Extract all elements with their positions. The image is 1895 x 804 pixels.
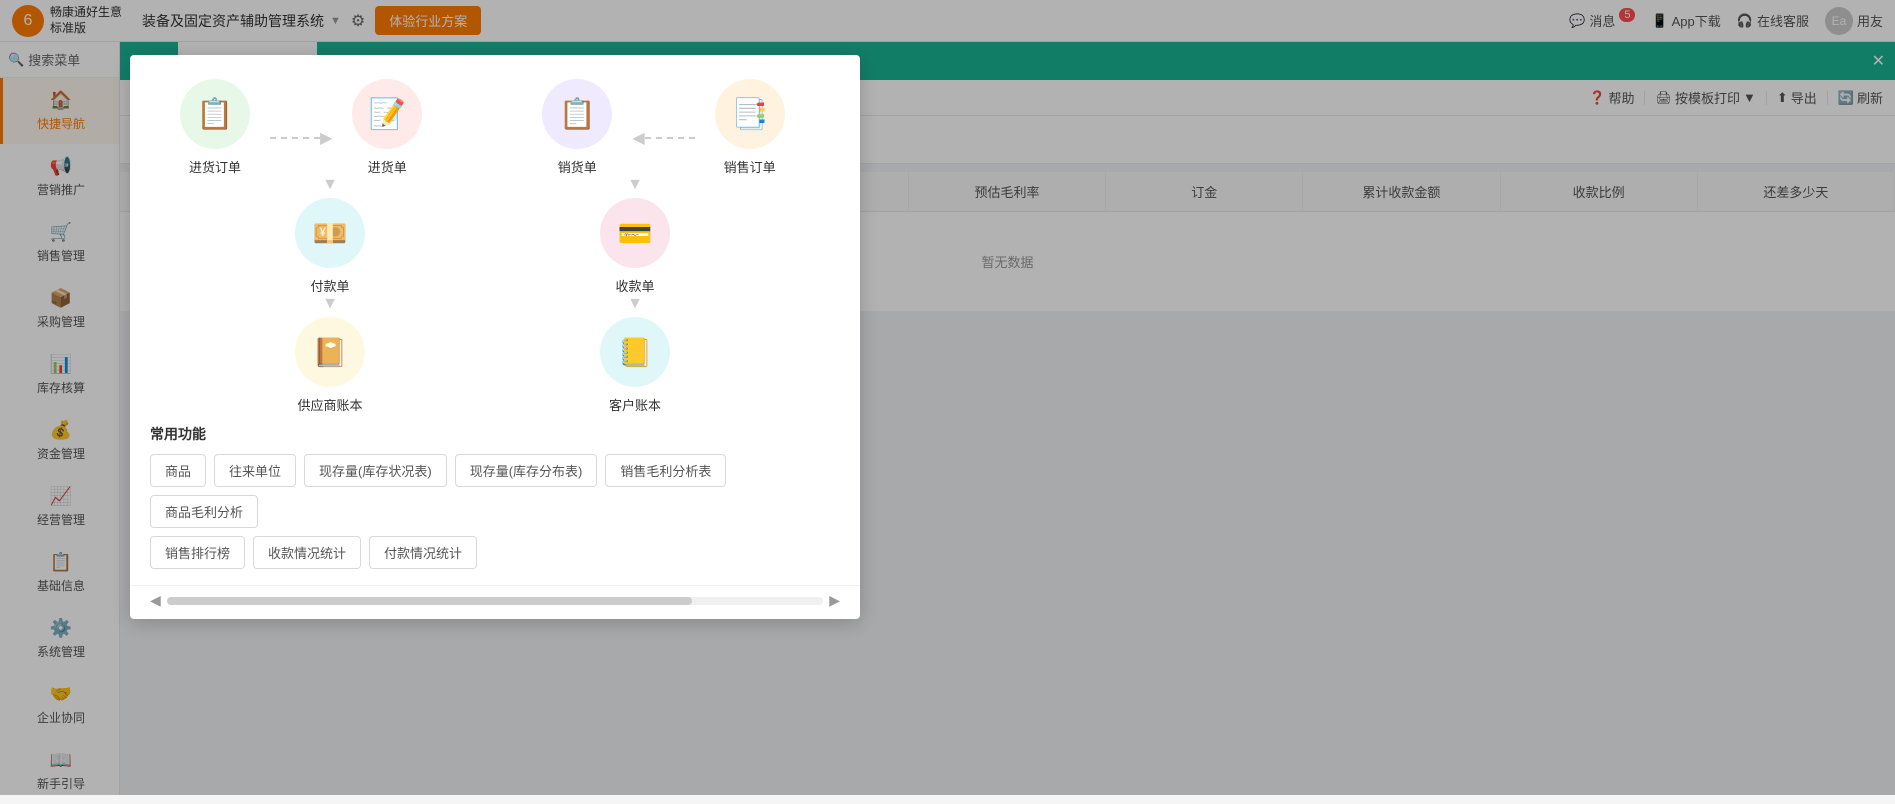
common-btn-1[interactable]: 往来单位 bbox=[214, 454, 296, 487]
flow-modal: 📋 进货订单 ▶ 📝 进货单 bbox=[130, 55, 860, 619]
down-arrow-customer: ▼ bbox=[627, 295, 643, 313]
common-functions-section: 常用功能 商品 往来单位 现存量(库存状况表) 现存量(库存分布表) 销售毛利分… bbox=[130, 424, 860, 585]
common-btn-0[interactable]: 商品 bbox=[150, 454, 206, 487]
customer-col: ▼ 📒 客户账本 bbox=[580, 295, 690, 414]
sales-order-label: 销售订单 bbox=[724, 157, 776, 176]
common-btn-5[interactable]: 商品毛利分析 bbox=[150, 495, 258, 528]
purchase-order-label: 进货订单 bbox=[189, 157, 241, 176]
flow-node-purchase-slip: 📝 进货单 bbox=[352, 79, 422, 176]
purchase-slip-label: 进货单 bbox=[368, 157, 407, 176]
flow-top-row: 📋 进货订单 ▶ 📝 进货单 bbox=[160, 79, 830, 176]
payment-label: 付款单 bbox=[310, 276, 349, 295]
purchase-order-circle: 📋 bbox=[180, 79, 250, 149]
payment-col: ▼ 💴 付款单 bbox=[275, 176, 385, 295]
flow-node-sales-slip: 📋 销货单 bbox=[542, 79, 612, 176]
common-btn-8[interactable]: 付款情况统计 bbox=[369, 536, 477, 569]
common-btn-3[interactable]: 现存量(库存分布表) bbox=[455, 454, 598, 487]
payment-circle: 💴 bbox=[295, 198, 365, 268]
modal-overlay[interactable]: 📋 进货订单 ▶ 📝 进货单 bbox=[0, 0, 1895, 795]
common-btn-2[interactable]: 现存量(库存状况表) bbox=[304, 454, 447, 487]
flow-node-supplier: 📔 供应商账本 bbox=[295, 317, 365, 414]
scrollbar-thumb bbox=[167, 597, 692, 605]
flow-diagram: 📋 进货订单 ▶ 📝 进货单 bbox=[130, 55, 860, 424]
flow-node-payment: 💴 付款单 bbox=[295, 198, 365, 295]
flow-node-customer: 📒 客户账本 bbox=[600, 317, 670, 414]
receipt-label: 收款单 bbox=[615, 276, 654, 295]
common-btn-6[interactable]: 销售排行榜 bbox=[150, 536, 245, 569]
flow-bottom-row: ▼ 📔 供应商账本 ▼ 📒 bbox=[160, 295, 830, 414]
modal-scrollbar: ◀ ▶ bbox=[130, 585, 860, 619]
common-btn-7[interactable]: 收款情况统计 bbox=[253, 536, 361, 569]
flow-node-purchase-order: 📋 进货订单 bbox=[180, 79, 250, 176]
receipt-circle: 💳 bbox=[600, 198, 670, 268]
down-arrow-payment: ▼ bbox=[322, 176, 338, 194]
down-arrow-receipt: ▼ bbox=[627, 176, 643, 194]
scroll-right-icon[interactable]: ▶ bbox=[829, 592, 840, 609]
scroll-left-icon[interactable]: ◀ bbox=[150, 592, 161, 609]
purchase-slip-circle: 📝 bbox=[352, 79, 422, 149]
flow-middle-row: ▼ 💴 付款单 ▼ 💳 bbox=[160, 176, 830, 295]
supplier-label: 供应商账本 bbox=[297, 395, 362, 414]
common-btn-4[interactable]: 销售毛利分析表 bbox=[605, 454, 726, 487]
common-btns-row2: 销售排行榜 收款情况统计 付款情况统计 bbox=[150, 536, 840, 569]
sales-slip-circle: 📋 bbox=[542, 79, 612, 149]
customer-circle: 📒 bbox=[600, 317, 670, 387]
supplier-col: ▼ 📔 供应商账本 bbox=[275, 295, 385, 414]
arrow-left-1: ◀ bbox=[632, 128, 694, 148]
scrollbar-track[interactable] bbox=[167, 597, 823, 605]
receipt-col: ▼ 💳 收款单 bbox=[580, 176, 690, 295]
sales-order-circle: 📑 bbox=[715, 79, 785, 149]
down-arrow-supplier: ▼ bbox=[322, 295, 338, 313]
customer-label: 客户账本 bbox=[609, 395, 661, 414]
common-btns-row1: 商品 往来单位 现存量(库存状况表) 现存量(库存分布表) 销售毛利分析表 商品… bbox=[150, 454, 840, 528]
flow-node-sales-order: 📑 销售订单 bbox=[715, 79, 785, 176]
common-functions-title: 常用功能 bbox=[150, 424, 840, 444]
sales-slip-label: 销货单 bbox=[558, 157, 597, 176]
flow-node-receipt: 💳 收款单 bbox=[600, 198, 670, 295]
arrow-right-1: ▶ bbox=[270, 128, 332, 148]
supplier-circle: 📔 bbox=[295, 317, 365, 387]
